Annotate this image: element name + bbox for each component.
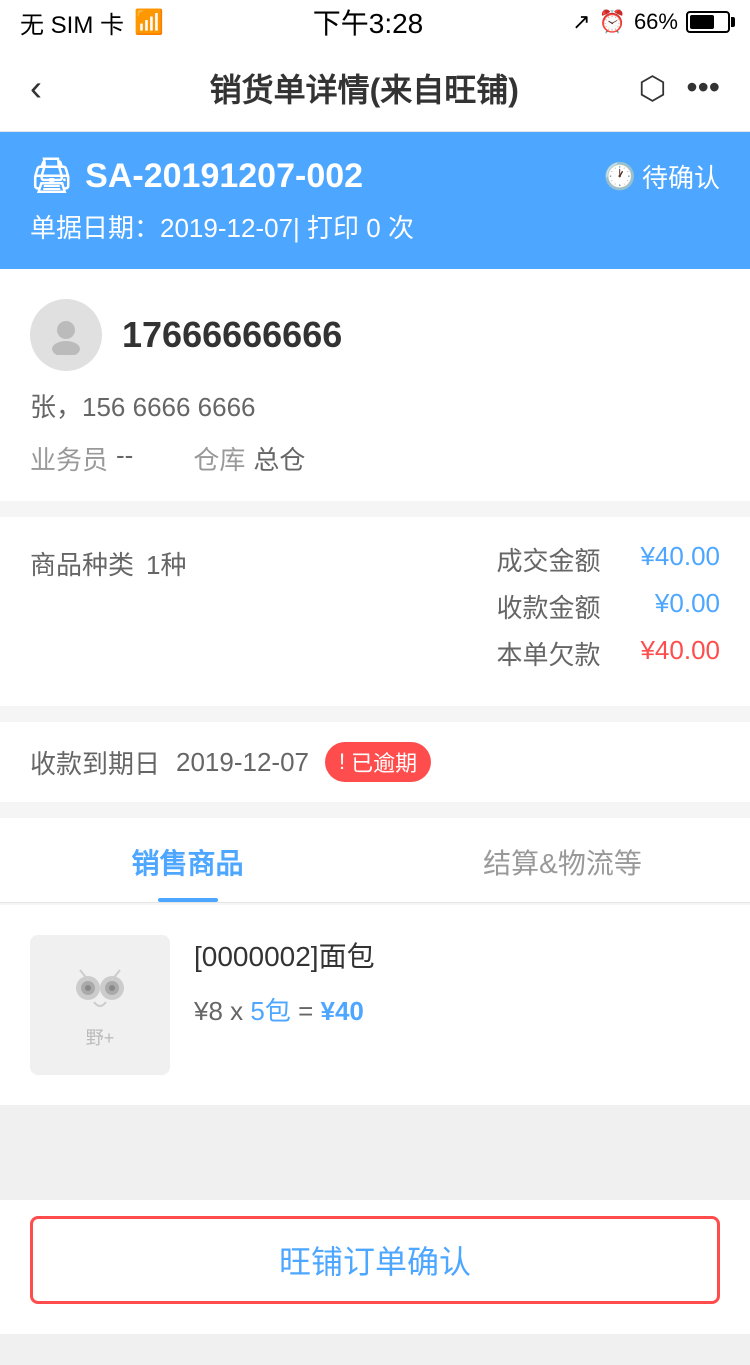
tab-bar: 销售商品 结算&物流等 <box>0 818 750 903</box>
received-label: 收款金额 <box>496 588 600 625</box>
bottom-bar: 旺铺订单确认 <box>0 1200 750 1334</box>
more-button[interactable]: ••• <box>686 69 720 106</box>
share-button[interactable]: ⬡ <box>638 69 666 107</box>
customer-card: 17666666666 张，156 6666 6666 业务员 -- 仓库 总仓 <box>0 269 750 501</box>
product-qty: 5包 <box>250 996 290 1026</box>
customer-sub: 张，156 6666 6666 <box>30 387 720 424</box>
received-value: ¥0.00 <box>655 588 720 625</box>
customer-meta: 业务员 -- 仓库 总仓 <box>30 440 720 477</box>
nav-bar: ‹ 销货单详情(来自旺铺) ⬡ ••• <box>0 44 750 132</box>
product-total: ¥40 <box>320 996 363 1026</box>
order-status: 🕐 待确认 <box>604 158 720 195</box>
warehouse-value: 总仓 <box>253 440 305 477</box>
customer-phone: 17666666666 <box>122 314 342 356</box>
price-text: ¥8 x <box>194 996 250 1026</box>
equals-text: = <box>291 996 321 1026</box>
owed-value: ¥40.00 <box>640 635 720 672</box>
wifi-icon: 📶 <box>134 8 164 37</box>
alarm-icon: ⏰ <box>599 9 626 35</box>
sales-value: -- <box>116 440 133 477</box>
order-header: 🖨 SA-20191207-002 🕐 待确认 单据日期：2019-12-07|… <box>0 132 750 269</box>
carrier-label: 无 SIM 卡 <box>20 5 124 40</box>
order-icon: 🖨 <box>30 156 73 196</box>
order-id: 🖨 SA-20191207-002 <box>30 156 363 196</box>
product-name: [0000002]面包 <box>194 935 720 975</box>
status-time: 下午3:28 <box>313 2 424 42</box>
clock-icon: 🕐 <box>604 161 636 192</box>
product-item: 野+ [0000002]面包 ¥8 x 5包 = ¥40 <box>0 905 750 1105</box>
goods-type-label: 商品种类 <box>30 545 134 582</box>
amount-details: 成交金额 ¥40.00 收款金额 ¥0.00 本单欠款 ¥40.00 <box>496 541 720 682</box>
tab-settlement[interactable]: 结算&物流等 <box>375 818 750 902</box>
due-date-card: 收款到期日 2019-12-07 ! 已逾期 <box>0 722 750 802</box>
avatar <box>30 299 102 371</box>
page-title: 销货单详情(来自旺铺) <box>210 65 519 111</box>
goods-type: 商品种类 1种 <box>30 541 186 582</box>
battery-icon <box>686 11 730 33</box>
goods-type-value: 1种 <box>146 545 186 582</box>
nav-actions: ⬡ ••• <box>638 69 720 107</box>
confirm-order-button[interactable]: 旺铺订单确认 <box>30 1216 720 1304</box>
tab-sales-goods[interactable]: 销售商品 <box>0 818 375 902</box>
amount-card: 商品种类 1种 成交金额 ¥40.00 收款金额 ¥0.00 本单欠款 ¥40.… <box>0 517 750 706</box>
product-image: 野+ <box>30 935 170 1075</box>
overdue-exclamation-icon: ! <box>339 749 345 775</box>
overdue-badge: ! 已逾期 <box>325 742 431 782</box>
transaction-label: 成交金额 <box>496 541 600 578</box>
due-date-value: 2019-12-07 <box>176 747 309 778</box>
product-info: [0000002]面包 ¥8 x 5包 = ¥40 <box>194 935 720 1028</box>
transaction-value: ¥40.00 <box>640 541 720 578</box>
overdue-text: 已逾期 <box>351 746 417 778</box>
back-button[interactable]: ‹ <box>30 67 90 109</box>
product-section: 野+ [0000002]面包 ¥8 x 5包 = ¥40 <box>0 905 750 1105</box>
owed-label: 本单欠款 <box>496 635 600 672</box>
status-bar: 无 SIM 卡 📶 下午3:28 ↗ ⏰ 66% <box>0 0 750 44</box>
status-right: ↗ ⏰ 66% <box>572 9 730 35</box>
product-price: ¥8 x 5包 = ¥40 <box>194 991 720 1028</box>
status-left: 无 SIM 卡 📶 <box>20 5 164 40</box>
warehouse-label: 仓库 <box>193 440 245 477</box>
due-date-label: 收款到期日 <box>30 744 160 781</box>
battery-percent: 66% <box>634 9 678 35</box>
location-icon: ↗ <box>572 9 590 35</box>
sales-label: 业务员 <box>30 440 108 477</box>
order-date: 单据日期：2019-12-07| 打印 0 次 <box>30 208 720 245</box>
